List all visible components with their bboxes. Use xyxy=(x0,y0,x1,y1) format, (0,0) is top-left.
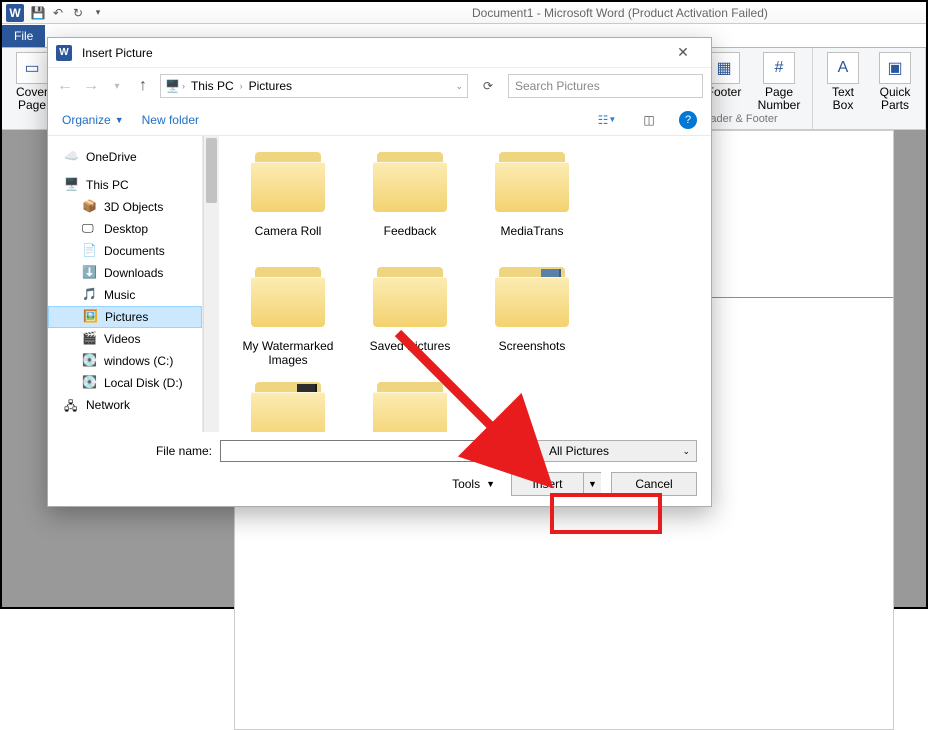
folder-icon xyxy=(247,152,329,220)
qat-more-icon[interactable]: ▾ xyxy=(88,4,108,22)
folder-camera-roll[interactable]: Camera Roll xyxy=(227,146,349,261)
filename-input[interactable]: ⌄ xyxy=(220,440,524,462)
save-icon[interactable]: 💾 xyxy=(28,4,48,22)
tools-menu[interactable]: Tools ▼ xyxy=(452,477,495,491)
word-icon: W xyxy=(56,45,72,61)
folder-icon xyxy=(491,267,573,335)
insert-picture-dialog: W Insert Picture ✕ ← → ▾ ↑ 🖥️ › This PC … xyxy=(47,37,712,507)
insert-dropdown[interactable]: ▼ xyxy=(583,472,601,496)
footer-icon: ▦ xyxy=(708,52,740,84)
app-title: Document1 - Microsoft Word (Product Acti… xyxy=(472,6,926,20)
search-input[interactable]: Search Pictures xyxy=(508,74,703,98)
file-type-filter[interactable]: All Pictures ⌄ xyxy=(532,440,697,462)
dialog-title: Insert Picture xyxy=(82,46,153,60)
preview-pane-icon[interactable]: ◫ xyxy=(637,108,661,132)
up-icon[interactable]: ↑ xyxy=(134,77,152,95)
page-number-button[interactable]: # Page Number xyxy=(752,52,806,112)
tree-item-desktop[interactable]: 🖵Desktop xyxy=(48,218,202,240)
quickparts-icon: ▣ xyxy=(879,52,911,84)
down-icon: ⬇️ xyxy=(82,265,98,281)
tree-item-3d-objects[interactable]: 📦3D Objects xyxy=(48,196,202,218)
quickparts-button[interactable]: ▣ Quick Parts xyxy=(871,52,919,112)
docs-icon: 📄 xyxy=(82,243,98,259)
chevron-down-icon: ⌄ xyxy=(682,446,690,457)
crumb-this-pc[interactable]: This PC xyxy=(187,77,238,95)
textbox-button[interactable]: A Text Box xyxy=(819,52,867,112)
folder-icon xyxy=(369,382,451,432)
folder-icon xyxy=(247,382,329,432)
organize-button[interactable]: Organize ▼ xyxy=(62,113,124,127)
tree-item-videos[interactable]: 🎬Videos xyxy=(48,328,202,350)
dialog-footer: File name: ⌄ All Pictures ⌄ Tools ▼ Inse… xyxy=(48,432,711,506)
pc-icon: 🖥️ xyxy=(64,177,80,193)
drive-icon: 💽 xyxy=(82,375,98,391)
new-folder-button[interactable]: New folder xyxy=(142,113,199,127)
filename-label: File name: xyxy=(62,444,212,458)
tree-item-this-pc[interactable]: 🖥️This PC xyxy=(48,174,202,196)
folder-saved-pictures[interactable]: Saved Pictures xyxy=(349,261,471,376)
folder-feedback[interactable]: Feedback xyxy=(349,146,471,261)
tree-item-onedrive[interactable]: ☁️OneDrive xyxy=(48,146,202,168)
drive-icon: 💽 xyxy=(82,353,98,369)
folder-snapshot[interactable]: Snapshot xyxy=(227,376,349,432)
tree-item-network[interactable]: 🖧Network xyxy=(48,394,202,416)
textbox-icon: A xyxy=(827,52,859,84)
desktop-icon: 🖵 xyxy=(82,221,98,237)
chevron-right-icon: › xyxy=(182,81,185,91)
tree-item-windows-c-[interactable]: 💽windows (C:) xyxy=(48,350,202,372)
folder-my-watermarked-images[interactable]: My Watermarked Images xyxy=(227,261,349,376)
hash-icon: # xyxy=(763,52,795,84)
page-icon: ▭ xyxy=(16,52,48,84)
nav-bar: ← → ▾ ↑ 🖥️ › This PC › Pictures ⌄ ⟳ Sear… xyxy=(48,68,711,104)
help-icon[interactable]: ? xyxy=(679,111,697,129)
tree-scrollbar[interactable] xyxy=(203,136,219,432)
breadcrumb[interactable]: 🖥️ › This PC › Pictures ⌄ xyxy=(160,74,468,98)
tree-item-music[interactable]: 🎵Music xyxy=(48,284,202,306)
dialog-titlebar: W Insert Picture ✕ xyxy=(48,38,711,68)
back-icon[interactable]: ← xyxy=(56,77,74,95)
view-icon[interactable]: ☷ ▼ xyxy=(595,108,619,132)
quick-access-toolbar: W 💾 ↶ ↻ ▾ Document1 - Microsoft Word (Pr… xyxy=(2,2,926,24)
pics-icon: 🖼️ xyxy=(83,309,99,325)
folder-grid: Camera RollFeedbackMediaTrans My Watermar… xyxy=(219,136,711,432)
3d-icon: 📦 xyxy=(82,199,98,215)
pc-icon: 🖥️ xyxy=(165,79,180,93)
video-icon: 🎬 xyxy=(82,331,98,347)
folder-icon xyxy=(369,152,451,220)
chevron-right-icon: › xyxy=(240,81,243,91)
chevron-down-icon[interactable]: ⌄ xyxy=(455,81,463,92)
tree-item-documents[interactable]: 📄Documents xyxy=(48,240,202,262)
redo-icon[interactable]: ↻ xyxy=(68,4,88,22)
tree-item-pictures[interactable]: 🖼️Pictures xyxy=(48,306,202,328)
folder-mediatrans[interactable]: MediaTrans xyxy=(471,146,593,261)
refresh-icon[interactable]: ⟳ xyxy=(476,79,500,93)
folder-tree: ☁️OneDrive 🖥️This PC📦3D Objects🖵Desktop📄D… xyxy=(48,136,203,432)
folder-screenshots[interactable]: Screenshots xyxy=(471,261,593,376)
cancel-button[interactable]: Cancel xyxy=(611,472,697,496)
crumb-pictures[interactable]: Pictures xyxy=(245,77,296,95)
folder-icon xyxy=(247,267,329,335)
cloud-icon: ☁️ xyxy=(64,149,80,165)
recent-icon[interactable]: ▾ xyxy=(108,81,126,92)
word-icon: W xyxy=(6,4,24,22)
folder-icon xyxy=(369,267,451,335)
dialog-toolbar: Organize ▼ New folder ☷ ▼ ◫ ? xyxy=(48,104,711,136)
insert-button[interactable]: Insert xyxy=(511,472,583,496)
undo-icon[interactable]: ↶ xyxy=(48,4,68,22)
forward-icon[interactable]: → xyxy=(82,77,100,95)
net-icon: 🖧 xyxy=(64,397,80,413)
tree-item-downloads[interactable]: ⬇️Downloads xyxy=(48,262,202,284)
close-icon[interactable]: ✕ xyxy=(663,44,703,61)
folder-videoproc[interactable]: VideoProc xyxy=(349,376,471,432)
folder-icon xyxy=(491,152,573,220)
music-icon: 🎵 xyxy=(82,287,98,303)
tab-file[interactable]: File xyxy=(2,25,45,47)
tree-item-local-disk-d-[interactable]: 💽Local Disk (D:) xyxy=(48,372,202,394)
